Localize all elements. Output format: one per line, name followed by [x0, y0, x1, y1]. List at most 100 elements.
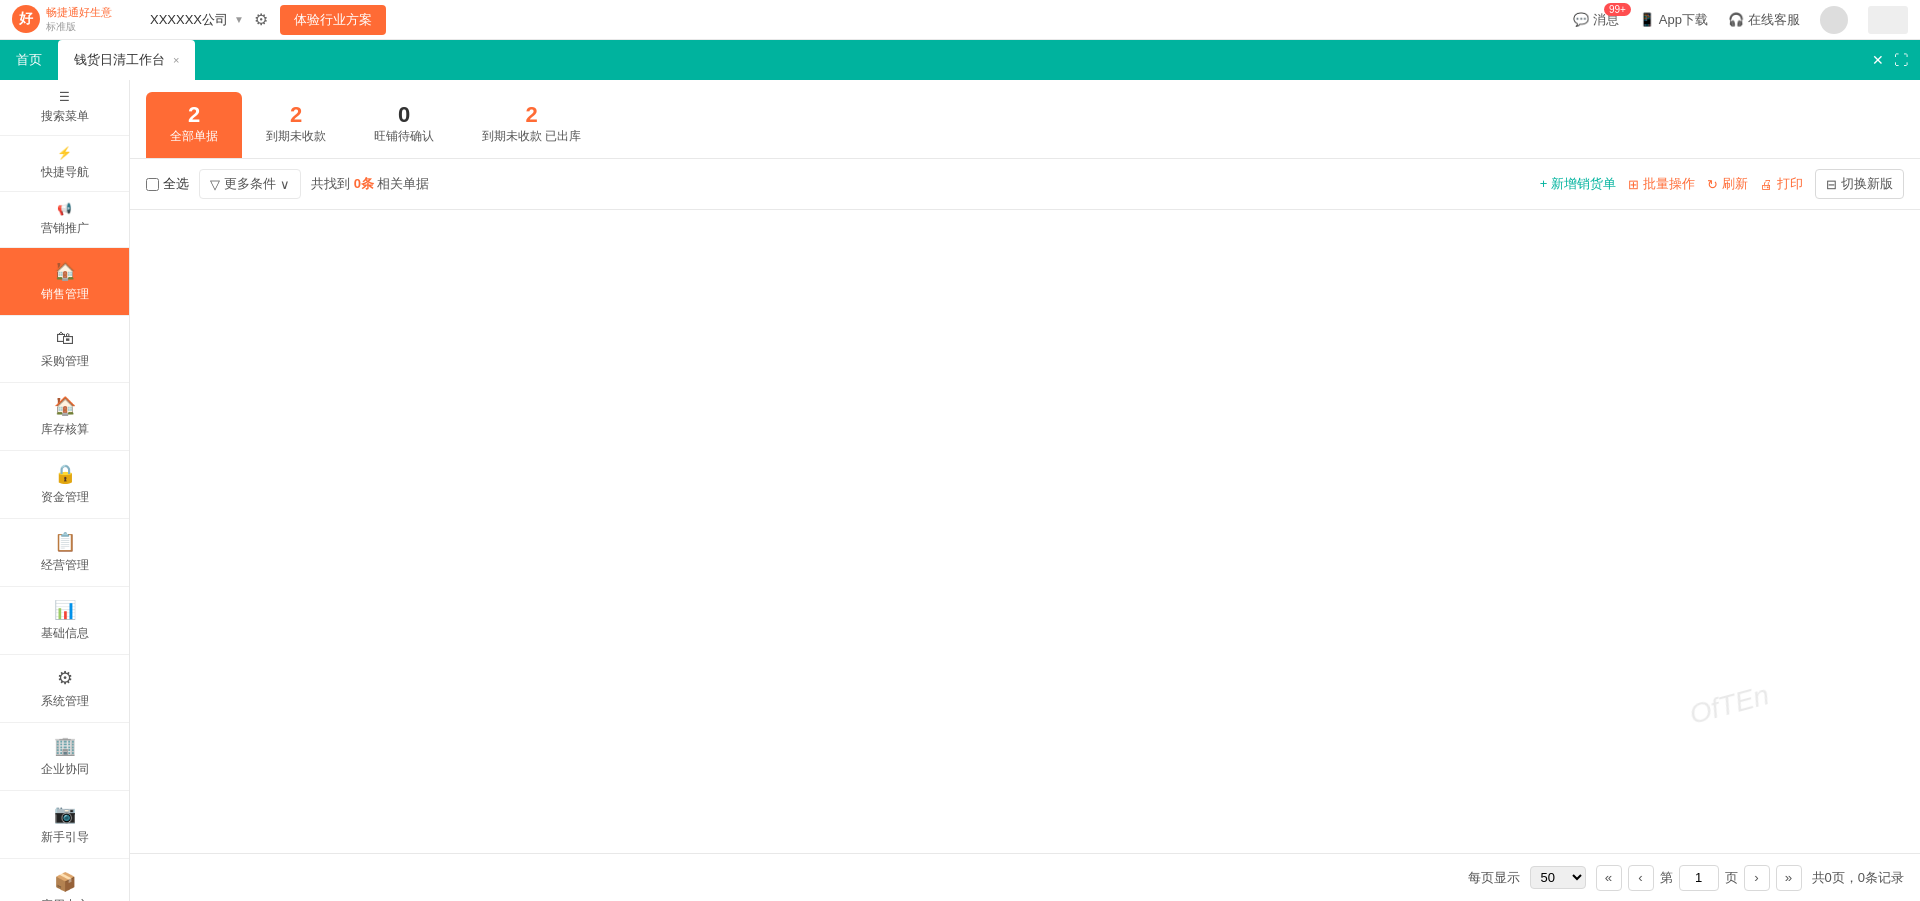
select-all-checkbox[interactable]: 全选	[146, 175, 189, 193]
stats-tabs: 2 全部单据 2 到期未收款 0 旺铺待确认 2 到期未收款 已出库	[130, 80, 1920, 159]
switch-version-button[interactable]: ⊟ 切换新版	[1815, 169, 1904, 199]
filter-button[interactable]: ▽ 更多条件 ∨	[199, 169, 301, 199]
stat-pending-count: 0	[374, 102, 434, 128]
quicknav-icon: ⚡	[57, 146, 72, 160]
marketing-icon: 📢	[57, 202, 72, 216]
nav-tabs: 首页 钱货日清工作台 × ✕ ⛶	[0, 40, 1920, 80]
app-name: 畅捷通好生意	[46, 5, 112, 19]
page-size-select[interactable]: 50 100 200	[1530, 866, 1586, 889]
found-text: 共找到 0条 相关单据	[311, 175, 429, 193]
switch-icon: ⊟	[1826, 177, 1837, 192]
stat-all-count: 2	[170, 102, 218, 128]
logo-area: 好 畅捷通好生意 标准版	[12, 5, 142, 33]
app-download-icon: 📱	[1639, 12, 1655, 27]
sidebar-item-guide[interactable]: 📷 新手引导	[0, 791, 129, 859]
pagination-footer: 每页显示 50 100 200 « ‹ 第 页 › » 共0页，0条记录	[130, 853, 1920, 901]
guide-icon: 📷	[54, 803, 76, 825]
refresh-button[interactable]: ↻ 刷新	[1707, 175, 1748, 193]
batch-icon: ⊞	[1628, 177, 1639, 192]
stat-overdue-label: 到期未收款	[266, 129, 326, 143]
sidebar-item-finance[interactable]: 🔒 资金管理	[0, 451, 129, 519]
expand-icon[interactable]: ⛶	[1894, 52, 1908, 68]
sidebar-item-operations[interactable]: 📋 经营管理	[0, 519, 129, 587]
total-info: 共0页，0条记录	[1812, 869, 1904, 887]
sales-icon: 🏠	[54, 260, 76, 282]
sidebar-item-apps[interactable]: 📦 应用中心	[0, 859, 129, 901]
stat-overdue-count: 2	[266, 102, 326, 128]
top-header: 好 畅捷通好生意 标准版 XXXXXX公司 ▼ ⚙ 体验行业方案 💬 消息 99…	[0, 0, 1920, 40]
toolbar-right: + 新增销货单 ⊞ 批量操作 ↻ 刷新 🖨 打印 ⊟ 切换新版	[1540, 169, 1904, 199]
headset-icon: 🎧	[1728, 12, 1744, 27]
inventory-icon: 🏠	[54, 395, 76, 417]
filter-icon: ▽	[210, 177, 220, 192]
sidebar-item-search[interactable]: ☰ 搜索菜单	[0, 80, 129, 136]
message-badge: 99+	[1604, 3, 1631, 16]
header-right: 💬 消息 99+ 📱 App下载 🎧 在线客服	[1573, 6, 1908, 34]
found-count: 0条	[354, 176, 374, 191]
print-button[interactable]: 🖨 打印	[1760, 175, 1803, 193]
basic-info-icon: 📊	[54, 599, 76, 621]
operations-icon: 📋	[54, 531, 76, 553]
minimize-icon[interactable]: ✕	[1872, 52, 1884, 68]
chevron-down-icon: ▼	[234, 14, 244, 25]
message-button[interactable]: 💬 消息 99+	[1573, 11, 1619, 29]
sidebar-item-inventory[interactable]: 🏠 库存核算	[0, 383, 129, 451]
sidebar-item-marketing[interactable]: 📢 营销推广	[0, 192, 129, 248]
batch-op-button[interactable]: ⊞ 批量操作	[1628, 175, 1695, 193]
first-page-button[interactable]: «	[1596, 865, 1622, 891]
message-icon: 💬	[1573, 12, 1589, 27]
purchase-icon: 🛍	[56, 328, 74, 349]
sidebar-item-quicknav[interactable]: ⚡ 快捷导航	[0, 136, 129, 192]
stat-all-label: 全部单据	[170, 129, 218, 143]
page-suffix: 页	[1725, 869, 1738, 887]
stat-shipped-label: 到期未收款 已出库	[482, 129, 581, 143]
company-name: XXXXXX公司	[150, 11, 228, 29]
table-area	[130, 210, 1920, 853]
app-download-button[interactable]: 📱 App下载	[1639, 11, 1708, 29]
settings-icon[interactable]: ⚙	[254, 10, 268, 29]
sidebar-item-enterprise[interactable]: 🏢 企业协同	[0, 723, 129, 791]
toolbar: 全选 ▽ 更多条件 ∨ 共找到 0条 相关单据 + 新增销货单 ⊞ 批量操作	[130, 159, 1920, 210]
search-menu-icon: ☰	[59, 90, 70, 104]
finance-icon: 🔒	[54, 463, 76, 485]
stat-tab-all[interactable]: 2 全部单据	[146, 92, 242, 158]
tab-home[interactable]: 首页	[0, 40, 58, 80]
filter-chevron: ∨	[280, 177, 290, 192]
new-sale-button[interactable]: + 新增销货单	[1540, 175, 1616, 193]
nav-tab-actions: ✕ ⛶	[1872, 52, 1920, 68]
content-area: 2 全部单据 2 到期未收款 0 旺铺待确认 2 到期未收款 已出库 全选	[130, 80, 1920, 901]
page-label: 第	[1660, 869, 1673, 887]
stat-pending-label: 旺铺待确认	[374, 129, 434, 143]
sidebar-item-system[interactable]: ⚙ 系统管理	[0, 655, 129, 723]
page-number-input[interactable]	[1679, 865, 1719, 891]
sidebar-item-basic-info[interactable]: 📊 基础信息	[0, 587, 129, 655]
last-page-button[interactable]: »	[1776, 865, 1802, 891]
stat-tab-shipped[interactable]: 2 到期未收款 已出库	[458, 92, 605, 158]
checkbox-input[interactable]	[146, 178, 159, 191]
avatar[interactable]	[1820, 6, 1848, 34]
sidebar-item-sales[interactable]: 🏠 销售管理	[0, 248, 129, 316]
company-selector[interactable]: XXXXXX公司 ▼	[150, 11, 244, 29]
sidebar: ☰ 搜索菜单 ⚡ 快捷导航 📢 营销推广 🏠 销售管理 🛍 采购管理 🏠 库存核…	[0, 80, 130, 901]
refresh-icon: ↻	[1707, 177, 1718, 192]
page-nav: « ‹ 第 页 › »	[1596, 865, 1802, 891]
tab-active[interactable]: 钱货日清工作台 ×	[58, 40, 195, 80]
trial-button[interactable]: 体验行业方案	[280, 5, 386, 35]
select-all-label: 全选	[163, 175, 189, 193]
stat-tab-overdue[interactable]: 2 到期未收款	[242, 92, 350, 158]
app-version: 标准版	[46, 20, 112, 34]
stat-shipped-count: 2	[482, 102, 581, 128]
user-menu[interactable]	[1868, 6, 1908, 34]
prev-page-button[interactable]: ‹	[1628, 865, 1654, 891]
sidebar-item-purchase[interactable]: 🛍 采购管理	[0, 316, 129, 383]
online-service-button[interactable]: 🎧 在线客服	[1728, 11, 1800, 29]
page-size-label: 每页显示	[1468, 869, 1520, 887]
toolbar-left: 全选 ▽ 更多条件 ∨ 共找到 0条 相关单据	[146, 169, 1528, 199]
next-page-button[interactable]: ›	[1744, 865, 1770, 891]
print-icon: 🖨	[1760, 177, 1773, 192]
stat-tab-pending[interactable]: 0 旺铺待确认	[350, 92, 458, 158]
main-layout: ☰ 搜索菜单 ⚡ 快捷导航 📢 营销推广 🏠 销售管理 🛍 采购管理 🏠 库存核…	[0, 80, 1920, 901]
apps-icon: 📦	[54, 871, 76, 893]
system-icon: ⚙	[57, 667, 73, 689]
tab-close-icon[interactable]: ×	[173, 54, 179, 66]
